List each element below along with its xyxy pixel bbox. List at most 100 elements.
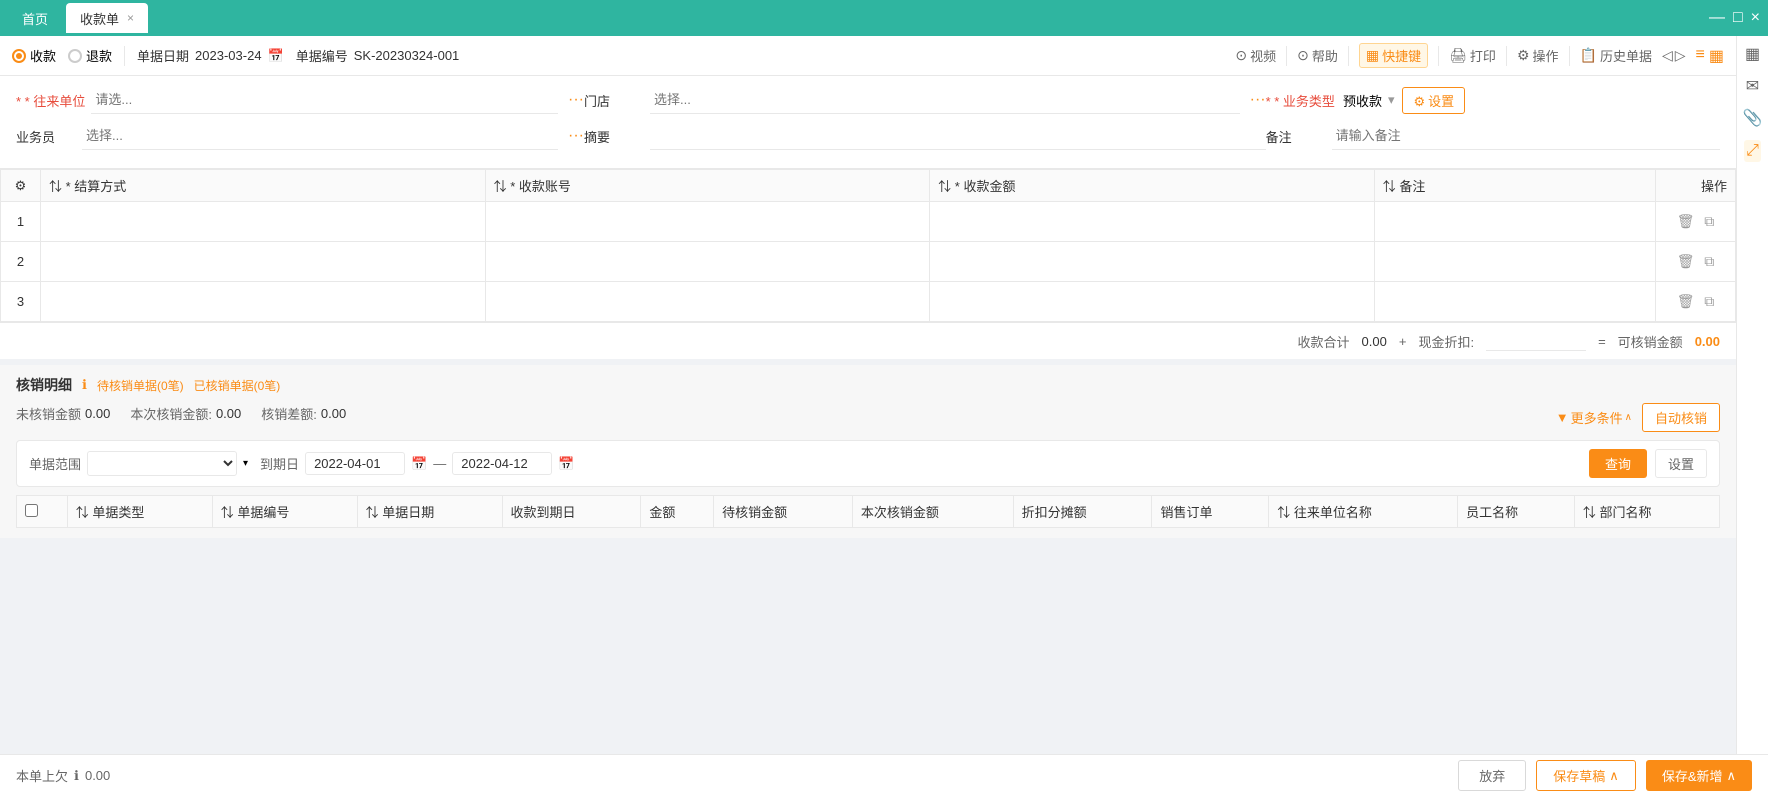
tab-receipt-label: 收款单 [80, 9, 119, 28]
select-all-checkbox[interactable] [25, 504, 38, 517]
next-arrow[interactable]: ▷ [1675, 47, 1686, 64]
shortcut-btn[interactable]: ▦ 快捷键 [1359, 43, 1428, 68]
account-1[interactable] [485, 202, 930, 242]
delete-icon-3[interactable]: 🗑 [1677, 293, 1695, 309]
date-to-input[interactable] [452, 452, 552, 475]
restore-btn[interactable]: □ [1733, 9, 1743, 27]
copy-icon-2[interactable]: ⧉ [1704, 253, 1714, 269]
tab-close-icon[interactable]: × [127, 11, 134, 25]
divider-1 [124, 46, 125, 66]
clip-sidebar-icon[interactable]: 📎 [1743, 108, 1763, 128]
settlement-2[interactable] [41, 242, 486, 282]
partner-more-btn[interactable]: ··· [568, 91, 584, 109]
account-3[interactable] [485, 282, 930, 322]
biz-type-dropdown-icon[interactable]: ▾ [1388, 92, 1395, 108]
no-field: 单据编号 SK-20230324-001 [296, 46, 460, 65]
video-btn[interactable]: ⊙ 视频 [1235, 46, 1276, 65]
settlement-1[interactable] [41, 202, 486, 242]
mail-sidebar-icon[interactable]: ✉ [1746, 76, 1759, 96]
eq-sign: = [1598, 334, 1606, 349]
date-from-input[interactable] [305, 452, 405, 475]
total-label: 收款合计 [1298, 332, 1350, 351]
row-num-2: 2 [1, 242, 41, 282]
receipt-table: ⚙ ⇅ * 结算方式 ⇅ * 收款账号 ⇅ * 收款金额 [0, 169, 1736, 322]
range-chevron-icon: ▾ [243, 458, 248, 469]
close-btn[interactable]: × [1751, 9, 1760, 27]
discard-btn[interactable]: 放弃 [1458, 760, 1526, 791]
biz-settings-btn[interactable]: ⚙设置 [1402, 87, 1465, 114]
store-input[interactable] [650, 86, 1240, 114]
col-settings[interactable]: ⚙ [1, 170, 41, 202]
summary-row: 收款合计 0.00 + 现金折扣: = 可核销金额 0.00 [0, 322, 1736, 359]
range-select[interactable] [87, 451, 237, 476]
col-due-date: 收款到期日 [502, 496, 641, 528]
col-doc-date: ⇅ 单据日期 [357, 496, 502, 528]
staff-input[interactable] [82, 122, 558, 150]
expand-sidebar-icon[interactable]: ⤢ [1744, 140, 1761, 162]
more-conditions-btn[interactable]: ▼ 更多条件 ∧ [1556, 408, 1632, 427]
copy-icon-3[interactable]: ⧉ [1704, 293, 1714, 309]
store-more-btn[interactable]: ··· [1250, 91, 1266, 109]
unverified-label: 未核销金额 [16, 404, 81, 423]
writeoff-title: 核销明细 [16, 375, 72, 395]
diff-value: 0.00 [321, 406, 346, 421]
tab-home[interactable]: 首页 [8, 0, 62, 36]
list-view-icon[interactable]: ≡ [1696, 46, 1705, 66]
grid-view-icon[interactable]: ▦ [1709, 46, 1724, 66]
prev-arrow[interactable]: ◁ [1662, 47, 1673, 64]
this-label: 本次核销金额: [130, 404, 212, 423]
save-new-btn[interactable]: 保存&新增 ∧ [1646, 760, 1752, 791]
settlement-3[interactable] [41, 282, 486, 322]
tab-receipt[interactable]: 收款单 × [66, 3, 148, 33]
action-icon: ⚙ [1517, 47, 1530, 64]
remarks-input[interactable] [1332, 122, 1720, 150]
radio-receipt[interactable]: 收款 [12, 46, 56, 65]
sort-icon: ⇅ [49, 179, 62, 194]
table-sidebar-icon[interactable]: ▦ [1745, 44, 1760, 64]
delete-icon-2[interactable]: 🗑 [1677, 253, 1695, 269]
date-from-calendar-icon[interactable]: 📅 [411, 456, 427, 472]
copy-icon-1[interactable]: ⧉ [1704, 213, 1714, 229]
amount-3[interactable] [930, 282, 1375, 322]
discount-input[interactable] [1486, 331, 1586, 351]
account-2[interactable] [485, 242, 930, 282]
remarks-field: 备注 [1266, 122, 1720, 150]
balance-label: 本单上欠 [16, 766, 68, 785]
remarks-1[interactable] [1374, 202, 1655, 242]
remarks-label: 备注 [1266, 127, 1326, 146]
writeoff-table-header: ⇅ 单据类型 ⇅ 单据编号 ⇅ 单据日期 收款到期日 金额 待核销金额 本次核销… [17, 496, 1720, 528]
history-btn[interactable]: 📋 历史单据 [1580, 46, 1652, 65]
bottom-actions: 放弃 保存草稿 ∧ 保存&新增 ∧ [1458, 760, 1752, 791]
print-btn[interactable]: 🖨 打印 [1449, 46, 1496, 65]
delete-icon-1[interactable]: 🗑 [1677, 213, 1695, 229]
query-btn[interactable]: 查询 [1589, 449, 1647, 478]
col-checkbox [17, 496, 68, 528]
amount-1[interactable] [930, 202, 1375, 242]
biz-type-selector: 预收款 ▾ [1343, 91, 1395, 110]
action-btn[interactable]: ⚙ 操作 [1517, 46, 1559, 65]
date-to-calendar-icon[interactable]: 📅 [558, 456, 574, 472]
done-tab[interactable]: 已核销单据(0笔) [194, 377, 281, 394]
writeoff-table: ⇅ 单据类型 ⇅ 单据编号 ⇅ 单据日期 收款到期日 金额 待核销金额 本次核销… [16, 495, 1720, 528]
remarks-2[interactable] [1374, 242, 1655, 282]
staff-more-btn[interactable]: ··· [568, 127, 584, 145]
calendar-icon[interactable]: 📅 [268, 48, 284, 64]
save-draft-btn[interactable]: 保存草稿 ∧ [1536, 760, 1636, 791]
sort-wof-2: ⇅ [221, 505, 234, 520]
print-label: 打印 [1470, 46, 1496, 65]
summary-input[interactable] [650, 122, 1266, 150]
auto-writeoff-btn[interactable]: 自动核销 [1642, 403, 1720, 432]
pending-tab[interactable]: 待核销单据(0笔) [97, 377, 184, 394]
remarks-3[interactable] [1374, 282, 1655, 322]
partner-input[interactable] [91, 86, 558, 114]
minimize-btn[interactable]: — [1709, 9, 1725, 27]
col-doc-type: ⇅ 单据类型 [67, 496, 212, 528]
help-btn[interactable]: ⊙ 帮助 [1297, 46, 1338, 65]
partner-label: * 往来单位 [16, 91, 85, 110]
radio-refund[interactable]: 退款 [68, 46, 112, 65]
filter-icon: ▼ [1556, 410, 1569, 425]
filter-settings-btn[interactable]: 设置 [1655, 449, 1707, 478]
writeoff-info-icon[interactable]: ℹ [82, 377, 87, 393]
amount-2[interactable] [930, 242, 1375, 282]
col-amount: ⇅ * 收款金额 [930, 170, 1375, 202]
